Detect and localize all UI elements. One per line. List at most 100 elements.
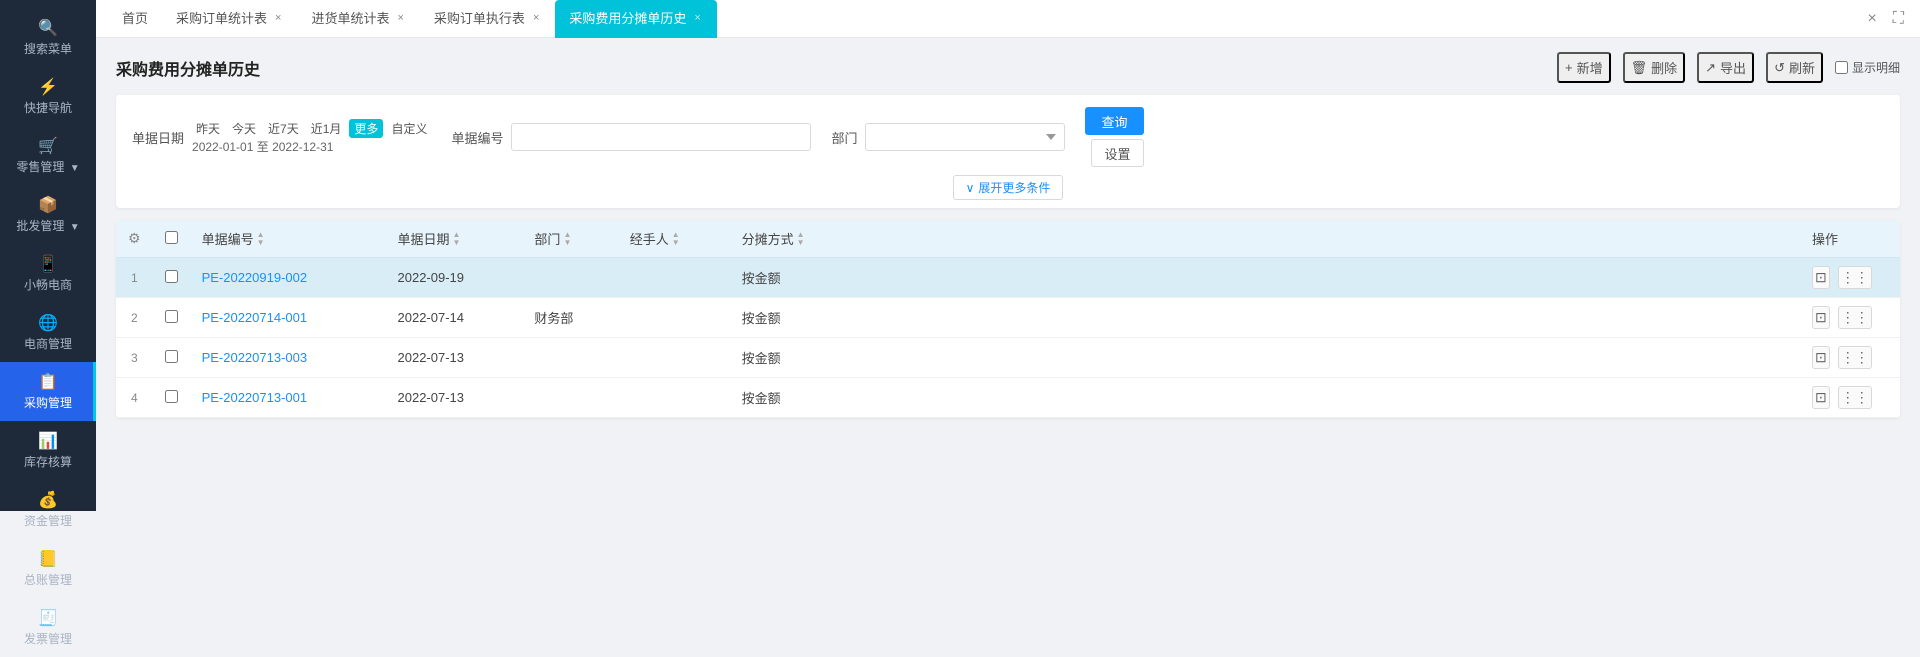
sort-handler[interactable]: 经手人 ▲▼ (630, 229, 680, 248)
shortcut-yesterday[interactable]: 昨天 (192, 119, 224, 138)
tab-inbound-stats[interactable]: 进货单统计表 × (297, 0, 419, 38)
sidebar-item-label: 小畅电商 (24, 278, 72, 292)
search-dept-field: 部门 (831, 123, 1065, 151)
more-icon[interactable]: ⋮⋮ (1838, 346, 1872, 369)
dept-select[interactable] (865, 123, 1065, 151)
delete-button[interactable]: 🗑 删除 (1623, 52, 1686, 83)
row-action: ⊡ ⋮⋮ (1800, 378, 1900, 418)
th-action: 操作 (1800, 220, 1900, 258)
docno-label: 单据编号 (451, 128, 503, 147)
sidebar-item-invoice[interactable]: 🧾 发票管理 (0, 598, 96, 657)
row-checkbox (153, 298, 190, 338)
tab-bar-expand-icon[interactable]: ⛶ (1889, 6, 1908, 32)
sidebar-item-quick-nav[interactable]: ⚡ 快捷导航 (0, 67, 96, 126)
search-docno-field: 单据编号 (451, 123, 811, 151)
wholesale-icon: 📦 (0, 195, 96, 215)
sidebar-item-finance[interactable]: 💰 资金管理 (0, 480, 96, 539)
sort-arrows-handler: ▲▼ (672, 231, 680, 247)
search-button[interactable]: 查询 (1085, 107, 1143, 135)
table-container: ⚙ 单据编号 ▲▼ 单据日期 (116, 220, 1900, 418)
retail-icon: 🛒 (0, 136, 96, 156)
shortcut-1month[interactable]: 近1月 (307, 119, 346, 138)
quick-nav-icon: ⚡ (0, 77, 96, 97)
row-select-checkbox[interactable] (165, 310, 178, 323)
search-settings-button[interactable]: 设置 (1091, 139, 1143, 167)
more-icon[interactable]: ⋮⋮ (1838, 266, 1872, 289)
sidebar-item-purchase[interactable]: 📋 采购管理 (0, 362, 96, 421)
table-body: 1 PE-20220919-002 2022-09-19 按金额 (116, 258, 1900, 418)
tab-close-purchase-order-stats[interactable]: × (273, 12, 283, 24)
tab-purchase-order-stats[interactable]: 采购订单统计表 × (162, 0, 297, 38)
doc-link[interactable]: PE-20220713-001 (202, 390, 308, 405)
row-select-checkbox[interactable] (165, 390, 178, 403)
tab-purchase-order-exec[interactable]: 采购订单执行表 × (420, 0, 555, 38)
docno-input[interactable] (511, 123, 811, 151)
sidebar-item-label: 资金管理 (24, 514, 72, 528)
page-header: 采购费用分摊单历史 + 新增 🗑 删除 ↗ 导出 ↺ 刷新 (116, 52, 1900, 83)
sort-doc-date[interactable]: 单据日期 ▲▼ (398, 229, 461, 248)
ledger-icon: 📒 (0, 549, 96, 569)
sort-arrows-doc-no: ▲▼ (257, 231, 265, 247)
row-select-checkbox[interactable] (165, 270, 178, 283)
view-icon[interactable]: ⊡ (1812, 386, 1830, 409)
shortcut-custom[interactable]: 自定义 (387, 119, 431, 138)
row-doc-date: 2022-09-19 (386, 258, 523, 298)
sidebar-item-ecommerce[interactable]: 🌐 电商管理 (0, 303, 96, 362)
refresh-label: 刷新 (1789, 58, 1815, 77)
action-icons: ⊡ ⋮⋮ (1812, 266, 1888, 289)
shortcut-today[interactable]: 今天 (228, 119, 260, 138)
sidebar-item-retail[interactable]: 🛒 零售管理 ▼ (0, 126, 96, 185)
search-date-field: 单据日期 昨天 今天 近7天 近1月 更多 自定义 2022-01-01 至 2… (132, 119, 431, 155)
doc-link[interactable]: PE-20220713-003 (202, 350, 308, 365)
sort-split-method[interactable]: 分摊方式 ▲▼ (742, 229, 805, 248)
ecommerce-icon: 🌐 (0, 313, 96, 333)
view-icon[interactable]: ⊡ (1812, 266, 1830, 289)
tab-bar-close-icon[interactable]: × (1863, 6, 1880, 32)
display-toggle-checkbox[interactable] (1835, 61, 1848, 74)
sort-dept[interactable]: 部门 ▲▼ (534, 229, 571, 248)
th-split-method: 分摊方式 ▲▼ (730, 220, 1800, 258)
display-toggle[interactable]: 显示明细 (1835, 59, 1900, 76)
sidebar-item-inventory[interactable]: 📊 库存核算 (0, 421, 96, 480)
tab-home[interactable]: 首页 (108, 0, 162, 38)
tab-purchase-fee-split[interactable]: 采购费用分摊单历史 × (555, 0, 716, 38)
sort-arrows-doc-date: ▲▼ (453, 231, 461, 247)
tab-close-purchase-order-exec[interactable]: × (531, 12, 541, 24)
sidebar-item-wholesale[interactable]: 📦 批发管理 ▼ (0, 185, 96, 244)
row-select-checkbox[interactable] (165, 350, 178, 363)
sidebar-item-ecommerce-small[interactable]: 📱 小畅电商 (0, 244, 96, 303)
row-dept (522, 338, 617, 378)
table-header: ⚙ 单据编号 ▲▼ 单据日期 (116, 220, 1900, 258)
expand-label: 展开更多条件 (978, 179, 1050, 196)
table-settings-icon[interactable]: ⚙ (128, 230, 141, 246)
view-icon[interactable]: ⊡ (1812, 346, 1830, 369)
action-icons: ⊡ ⋮⋮ (1812, 306, 1888, 329)
tab-bar-actions: × ⛶ (1863, 6, 1908, 32)
invoice-icon: 🧾 (0, 608, 96, 628)
add-button[interactable]: + 新增 (1557, 52, 1611, 83)
doc-link[interactable]: PE-20220714-001 (202, 310, 308, 325)
inventory-icon: 📊 (0, 431, 96, 451)
sidebar-item-search-menu[interactable]: 🔍 搜索菜单 (0, 8, 96, 67)
wholesale-arrow: ▼ (70, 222, 80, 233)
tab-close-inbound-stats[interactable]: × (395, 12, 405, 24)
more-icon[interactable]: ⋮⋮ (1838, 306, 1872, 329)
refresh-button[interactable]: ↺ 刷新 (1766, 52, 1823, 83)
expand-button[interactable]: ∨ 展开更多条件 (953, 175, 1064, 200)
view-icon[interactable]: ⊡ (1812, 306, 1830, 329)
row-checkbox (153, 378, 190, 418)
sort-doc-no[interactable]: 单据编号 ▲▼ (202, 229, 265, 248)
more-icon[interactable]: ⋮⋮ (1838, 386, 1872, 409)
purchase-icon: 📋 (0, 372, 96, 392)
sidebar-item-ledger[interactable]: 📒 总账管理 (0, 539, 96, 598)
select-all-checkbox[interactable] (165, 231, 178, 244)
tab-close-purchase-fee-split[interactable]: × (692, 12, 702, 24)
delete-icon: 🗑 (1631, 60, 1648, 76)
shortcut-7days[interactable]: 近7天 (264, 119, 303, 138)
doc-link[interactable]: PE-20220919-002 (202, 270, 308, 285)
shortcut-more[interactable]: 更多 (349, 119, 383, 138)
row-action: ⊡ ⋮⋮ (1800, 258, 1900, 298)
row-handler (618, 258, 730, 298)
sidebar-item-label: 发票管理 (24, 632, 72, 646)
export-button[interactable]: ↗ 导出 (1697, 52, 1754, 83)
